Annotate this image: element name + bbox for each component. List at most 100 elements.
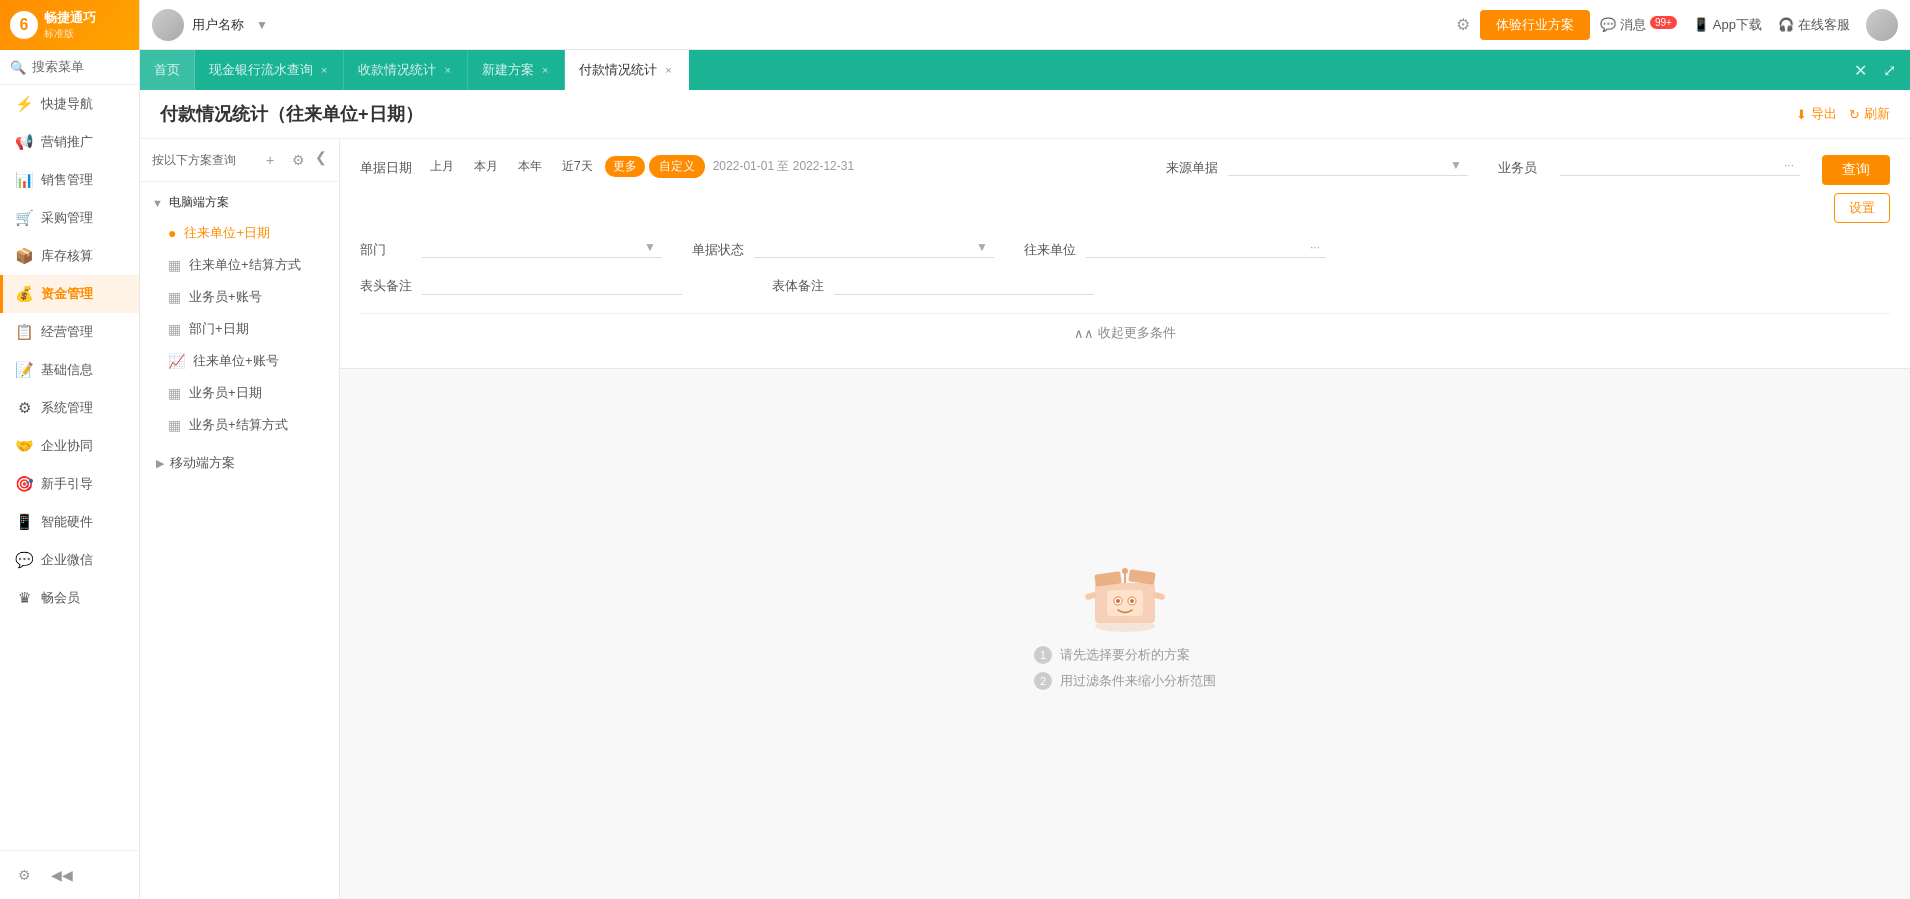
- guide-icon: 🎯: [15, 475, 33, 493]
- sales-icon: 📊: [15, 171, 33, 189]
- collapse-bar[interactable]: ∧∧ 收起更多条件: [360, 313, 1890, 352]
- sidebar-search[interactable]: 🔍 搜索菜单: [0, 50, 139, 85]
- scheme-item-unit-date-label: 往来单位+日期: [184, 224, 270, 242]
- online-service-btn[interactable]: 🎧 在线客服: [1778, 16, 1850, 34]
- profile-dropdown-icon[interactable]: ▼: [256, 18, 268, 32]
- staff-more-btn[interactable]: ···: [1784, 158, 1794, 172]
- header-note-input[interactable]: [422, 273, 682, 295]
- scheme-item-staff-settlement[interactable]: ▦ 业务员+结算方式: [140, 409, 339, 441]
- sidebar-item-wechat[interactable]: 💬 企业微信: [0, 541, 139, 579]
- sidebar-item-sales[interactable]: 📊 销售管理: [0, 161, 139, 199]
- this-year-btn[interactable]: 本年: [510, 155, 550, 178]
- scheme-item-dept-date[interactable]: ▦ 部门+日期: [140, 313, 339, 345]
- payment-stats-close-icon[interactable]: ×: [663, 62, 673, 78]
- receipt-stats-close-icon[interactable]: ×: [442, 62, 452, 78]
- scheme-header-label: 按以下方案查询: [152, 152, 236, 169]
- scheme-settings-btn[interactable]: ⚙: [287, 149, 309, 171]
- sidebar-item-hardware[interactable]: 📱 智能硬件: [0, 503, 139, 541]
- result-area: 1 请先选择要分析的方案 2 用过滤条件来缩小分析范围: [340, 369, 1910, 899]
- scheme-item-unit-settlement-label: 往来单位+结算方式: [189, 256, 301, 274]
- search-icon: 🔍: [10, 60, 26, 75]
- scheme-group-mobile-header[interactable]: ▶ 移动端方案: [140, 447, 339, 479]
- sidebar-item-purchase[interactable]: 🛒 采购管理: [0, 199, 139, 237]
- sidebar-item-inventory[interactable]: 📦 库存核算: [0, 237, 139, 275]
- new-scheme-close-icon[interactable]: ×: [540, 62, 550, 78]
- maximize-btn[interactable]: ⤢: [1879, 57, 1900, 84]
- sidebar-item-guide[interactable]: 🎯 新手引导: [0, 465, 139, 503]
- message-icon: 💬: [1600, 17, 1616, 32]
- refresh-btn[interactable]: ↻ 刷新: [1849, 105, 1890, 123]
- source-select[interactable]: ▼: [1228, 155, 1468, 176]
- app-icon: 📱: [1693, 17, 1709, 32]
- inventory-icon: 📦: [15, 247, 33, 265]
- user-avatar[interactable]: [1866, 9, 1898, 41]
- sidebar-subtitle: 标准版: [44, 27, 96, 41]
- scheme-item-staff-account[interactable]: ▦ 业务员+账号: [140, 281, 339, 313]
- scheme-item-staff-date[interactable]: ▦ 业务员+日期: [140, 377, 339, 409]
- tab-bank-flow[interactable]: 现金银行流水查询 ×: [195, 50, 344, 90]
- table-icon-5: ▦: [168, 417, 181, 433]
- scheme-group-desktop-label: 电脑端方案: [169, 194, 229, 211]
- table-icon-2: ▦: [168, 289, 181, 305]
- bank-flow-tab-label: 现金银行流水查询: [209, 61, 313, 79]
- scheme-item-unit-settlement[interactable]: ▦ 往来单位+结算方式: [140, 249, 339, 281]
- sidebar-item-operations[interactable]: 📋 经营管理: [0, 313, 139, 351]
- svg-point-10: [1122, 568, 1128, 574]
- tab-new-scheme[interactable]: 新建方案 ×: [468, 50, 565, 90]
- counterparty-more-btn[interactable]: ···: [1310, 240, 1320, 254]
- body-note-input[interactable]: [834, 273, 1094, 295]
- sidebar-item-basic[interactable]: 📝 基础信息: [0, 351, 139, 389]
- filter-settings-btn[interactable]: 设置: [1834, 193, 1890, 223]
- export-btn[interactable]: ⬇ 导出: [1796, 105, 1837, 123]
- sidebar-item-vip[interactable]: ♛ 畅会员: [0, 579, 139, 617]
- staff-select[interactable]: ···: [1560, 155, 1800, 176]
- voucher-status-select[interactable]: ▼: [754, 237, 994, 258]
- tab-receipt-stats[interactable]: 收款情况统计 ×: [344, 50, 467, 90]
- app-download-btn[interactable]: 📱 App下载: [1693, 16, 1762, 34]
- settings-bottom-btn[interactable]: ⚙: [10, 861, 38, 889]
- sidebar-item-quick-nav[interactable]: ⚡ 快捷导航: [0, 85, 139, 123]
- wechat-icon: 💬: [15, 551, 33, 569]
- more-dates-btn[interactable]: 更多: [605, 156, 645, 177]
- active-scheme-icon: ●: [168, 225, 176, 241]
- right-panel: 单据日期 上月 本月 本年 近7天 更多 自定义 2022-01-01 至 20…: [340, 139, 1910, 899]
- collapse-sidebar-btn[interactable]: ◀◀: [48, 861, 76, 889]
- query-btn[interactable]: 查询: [1822, 155, 1890, 185]
- app-download-label: App下载: [1713, 16, 1762, 34]
- sidebar-item-marketing[interactable]: 📢 营销推广: [0, 123, 139, 161]
- messages-btn[interactable]: 💬 消息 99+: [1600, 16, 1677, 34]
- empty-state: 1 请先选择要分析的方案 2 用过滤条件来缩小分析范围: [1034, 538, 1216, 730]
- last-7days-btn[interactable]: 近7天: [554, 155, 601, 178]
- sidebar-item-enterprise[interactable]: 🤝 企业协同: [0, 427, 139, 465]
- tab-payment-stats[interactable]: 付款情况统计 ×: [565, 50, 688, 90]
- notification-badge: 99+: [1650, 16, 1677, 29]
- add-scheme-btn[interactable]: +: [259, 149, 281, 171]
- counterparty-select[interactable]: ···: [1086, 237, 1326, 258]
- home-tab-label: 首页: [154, 61, 180, 79]
- chevron-down-icon: ▼: [152, 197, 163, 209]
- close-all-tabs-btn[interactable]: ✕: [1850, 57, 1871, 84]
- operations-icon: 📋: [15, 323, 33, 341]
- scheme-item-unit-date[interactable]: ● 往来单位+日期: [140, 217, 339, 249]
- sidebar-item-finance[interactable]: 💰 资金管理: [0, 275, 139, 313]
- sidebar-item-label: 采购管理: [41, 209, 93, 227]
- scheme-group-desktop-header[interactable]: ▼ 电脑端方案: [140, 188, 339, 217]
- last-month-btn[interactable]: 上月: [422, 155, 462, 178]
- staff-label: 业务员: [1498, 155, 1550, 177]
- sidebar-bottom: ⚙ ◀◀: [0, 850, 139, 899]
- custom-date-btn[interactable]: 自定义: [649, 155, 705, 178]
- scheme-collapse-btn[interactable]: ❮: [315, 149, 327, 171]
- topbar-settings-icon[interactable]: ⚙: [1456, 15, 1470, 34]
- svg-point-7: [1116, 599, 1120, 603]
- scheme-panel: 按以下方案查询 + ⚙ ❮ ▼ 电脑端方案 ● 往来单位+日期: [140, 139, 340, 899]
- dept-select[interactable]: ▼: [422, 237, 662, 258]
- page-title: 付款情况统计（往来单位+日期）: [160, 102, 423, 126]
- scheme-item-unit-account[interactable]: 📈 往来单位+账号: [140, 345, 339, 377]
- tab-home[interactable]: 首页: [140, 50, 195, 90]
- payment-stats-tab-label: 付款情况统计: [579, 61, 657, 79]
- trial-btn[interactable]: 体验行业方案: [1480, 10, 1590, 40]
- sidebar-item-system[interactable]: ⚙ 系统管理: [0, 389, 139, 427]
- bank-flow-close-icon[interactable]: ×: [319, 62, 329, 78]
- tabbar: 首页 现金银行流水查询 × 收款情况统计 × 新建方案 × 付款情况统计 × ✕…: [140, 50, 1910, 90]
- this-month-btn[interactable]: 本月: [466, 155, 506, 178]
